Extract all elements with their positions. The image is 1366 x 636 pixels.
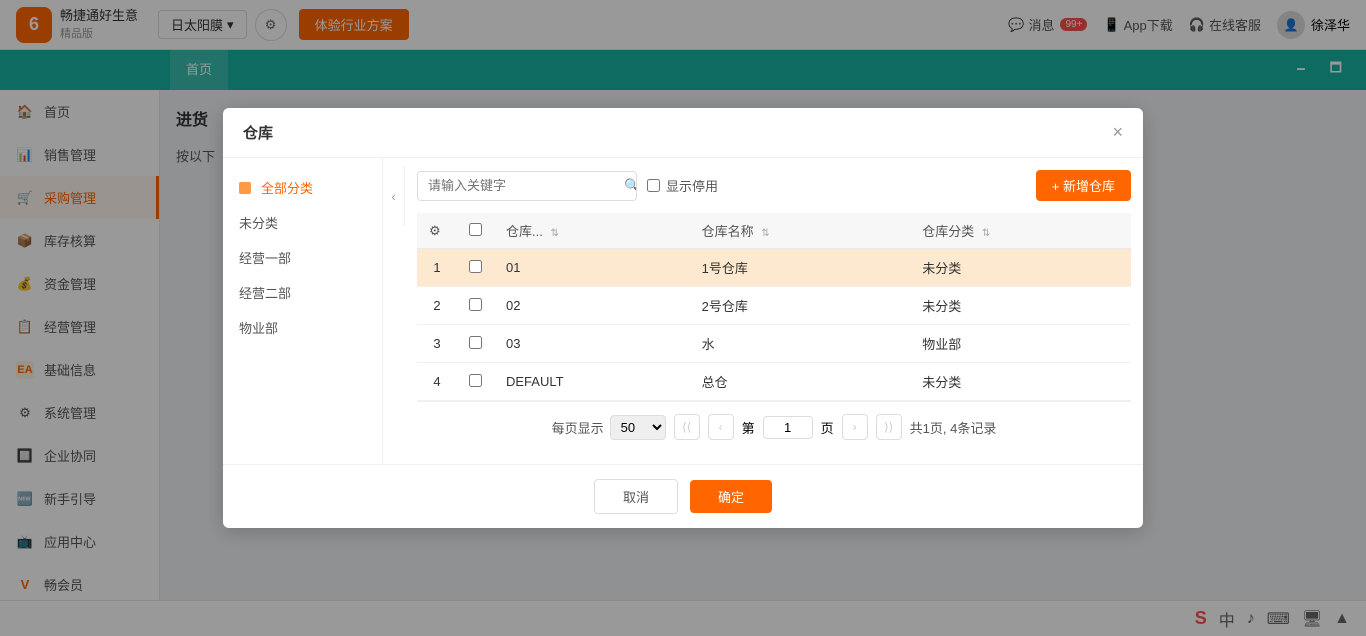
th-category: 仓库分类 ⇅ xyxy=(910,213,1131,249)
row-category-2: 未分类 xyxy=(910,287,1131,325)
row-name-1: 1号仓库 xyxy=(690,249,911,287)
row-code-2: 02 xyxy=(494,287,690,325)
category-label-unclassified: 未分类 xyxy=(239,213,278,232)
new-warehouse-button[interactable]: + 新增仓库 xyxy=(1036,170,1131,201)
page-input[interactable] xyxy=(763,416,813,439)
table-row[interactable]: 1 01 1号仓库 未分类 xyxy=(417,249,1131,287)
row-checkbox-1[interactable] xyxy=(457,249,494,287)
table-row[interactable]: 2 02 2号仓库 未分类 xyxy=(417,287,1131,325)
category-all[interactable]: 全部分类 xyxy=(223,170,382,205)
sort-icon-name: ⇅ xyxy=(761,228,769,239)
prev-page-button[interactable]: ‹ xyxy=(708,414,734,440)
row-num-3: 3 xyxy=(417,325,457,363)
row-name-2: 2号仓库 xyxy=(690,287,911,325)
category-label-dept1: 经营一部 xyxy=(239,248,291,267)
cancel-button[interactable]: 取消 xyxy=(594,479,678,514)
sidebar-collapse-button[interactable]: ‹ xyxy=(383,166,405,226)
per-page-label: 每页显示 xyxy=(552,418,604,437)
page-label: 第 xyxy=(742,418,755,437)
row-num-2: 2 xyxy=(417,287,457,325)
select-all-checkbox[interactable] xyxy=(469,223,482,236)
row-category-3: 物业部 xyxy=(910,325,1131,363)
modal-title: 仓库 xyxy=(243,122,273,143)
modal-category-sidebar: 全部分类 未分类 经营一部 经营二部 物业部 xyxy=(223,158,383,464)
pagination: 每页显示 50 10 20 100 ⟨⟨ ‹ 第 页 › ⟩⟩ xyxy=(417,401,1131,452)
row-checkbox-3[interactable] xyxy=(457,325,494,363)
th-settings: ⚙ xyxy=(417,213,457,249)
search-box: 🔍 xyxy=(417,171,637,201)
row-code-3: 03 xyxy=(494,325,690,363)
row-name-4: 总仓 xyxy=(690,363,911,401)
table-header: ⚙ 仓库... ⇅ 仓库名称 ⇅ xyxy=(417,213,1131,249)
row-category-4: 未分类 xyxy=(910,363,1131,401)
modal-header: 仓库 × xyxy=(223,108,1143,158)
modal-footer: 取消 确定 xyxy=(223,464,1143,528)
th-code: 仓库... ⇅ xyxy=(494,213,690,249)
page-unit: 页 xyxy=(821,418,834,437)
row-num-1: 1 xyxy=(417,249,457,287)
per-page-selector: 每页显示 50 10 20 100 xyxy=(552,415,666,440)
category-dept1[interactable]: 经营一部 xyxy=(223,240,382,275)
row-category-1: 未分类 xyxy=(910,249,1131,287)
show-disabled-text: 显示停用 xyxy=(666,176,718,195)
total-info: 共1页, 4条记录 xyxy=(910,418,997,437)
modal-toolbar: 🔍 显示停用 + 新增仓库 xyxy=(417,170,1131,201)
table-row[interactable]: 3 03 水 物业部 xyxy=(417,325,1131,363)
row-code-4: DEFAULT xyxy=(494,363,690,401)
per-page-select[interactable]: 50 10 20 100 xyxy=(610,415,666,440)
table-container: ⚙ 仓库... ⇅ 仓库名称 ⇅ xyxy=(417,213,1131,401)
modal-close-button[interactable]: × xyxy=(1112,122,1123,143)
sort-icon-category: ⇅ xyxy=(982,228,990,239)
row-name-3: 水 xyxy=(690,325,911,363)
category-property[interactable]: 物业部 xyxy=(223,310,382,345)
th-name: 仓库名称 ⇅ xyxy=(690,213,911,249)
row-checkbox-4[interactable] xyxy=(457,363,494,401)
confirm-button[interactable]: 确定 xyxy=(690,480,772,513)
table-row[interactable]: 4 DEFAULT 总仓 未分类 xyxy=(417,363,1131,401)
modal-overlay: 仓库 × 全部分类 未分类 经营一部 经营二部 xyxy=(0,0,1366,636)
last-page-button[interactable]: ⟩⟩ xyxy=(876,414,902,440)
first-page-button[interactable]: ⟨⟨ xyxy=(674,414,700,440)
category-label-all: 全部分类 xyxy=(261,178,313,197)
table-body: 1 01 1号仓库 未分类 2 02 2号仓库 xyxy=(417,249,1131,401)
row-checkbox-2[interactable] xyxy=(457,287,494,325)
warehouse-table: ⚙ 仓库... ⇅ 仓库名称 ⇅ xyxy=(417,213,1131,401)
row-code-1: 01 xyxy=(494,249,690,287)
warehouse-modal: 仓库 × 全部分类 未分类 经营一部 经营二部 xyxy=(223,108,1143,528)
search-button[interactable]: 🔍 xyxy=(614,172,637,200)
modal-body: 全部分类 未分类 经营一部 经营二部 物业部 ‹ xyxy=(223,158,1143,464)
modal-main-content: 🔍 显示停用 + 新增仓库 ⚙ xyxy=(405,158,1143,464)
show-disabled-label[interactable]: 显示停用 xyxy=(647,176,718,195)
category-label-property: 物业部 xyxy=(239,318,278,337)
category-unclassified[interactable]: 未分类 xyxy=(223,205,382,240)
th-checkbox xyxy=(457,213,494,249)
sort-icon-code: ⇅ xyxy=(550,228,558,239)
category-dept2[interactable]: 经营二部 xyxy=(223,275,382,310)
category-label-dept2: 经营二部 xyxy=(239,283,291,302)
category-icon-all xyxy=(239,182,251,194)
next-page-button[interactable]: › xyxy=(842,414,868,440)
search-input[interactable] xyxy=(418,172,614,199)
show-disabled-checkbox[interactable] xyxy=(647,179,660,192)
row-num-4: 4 xyxy=(417,363,457,401)
